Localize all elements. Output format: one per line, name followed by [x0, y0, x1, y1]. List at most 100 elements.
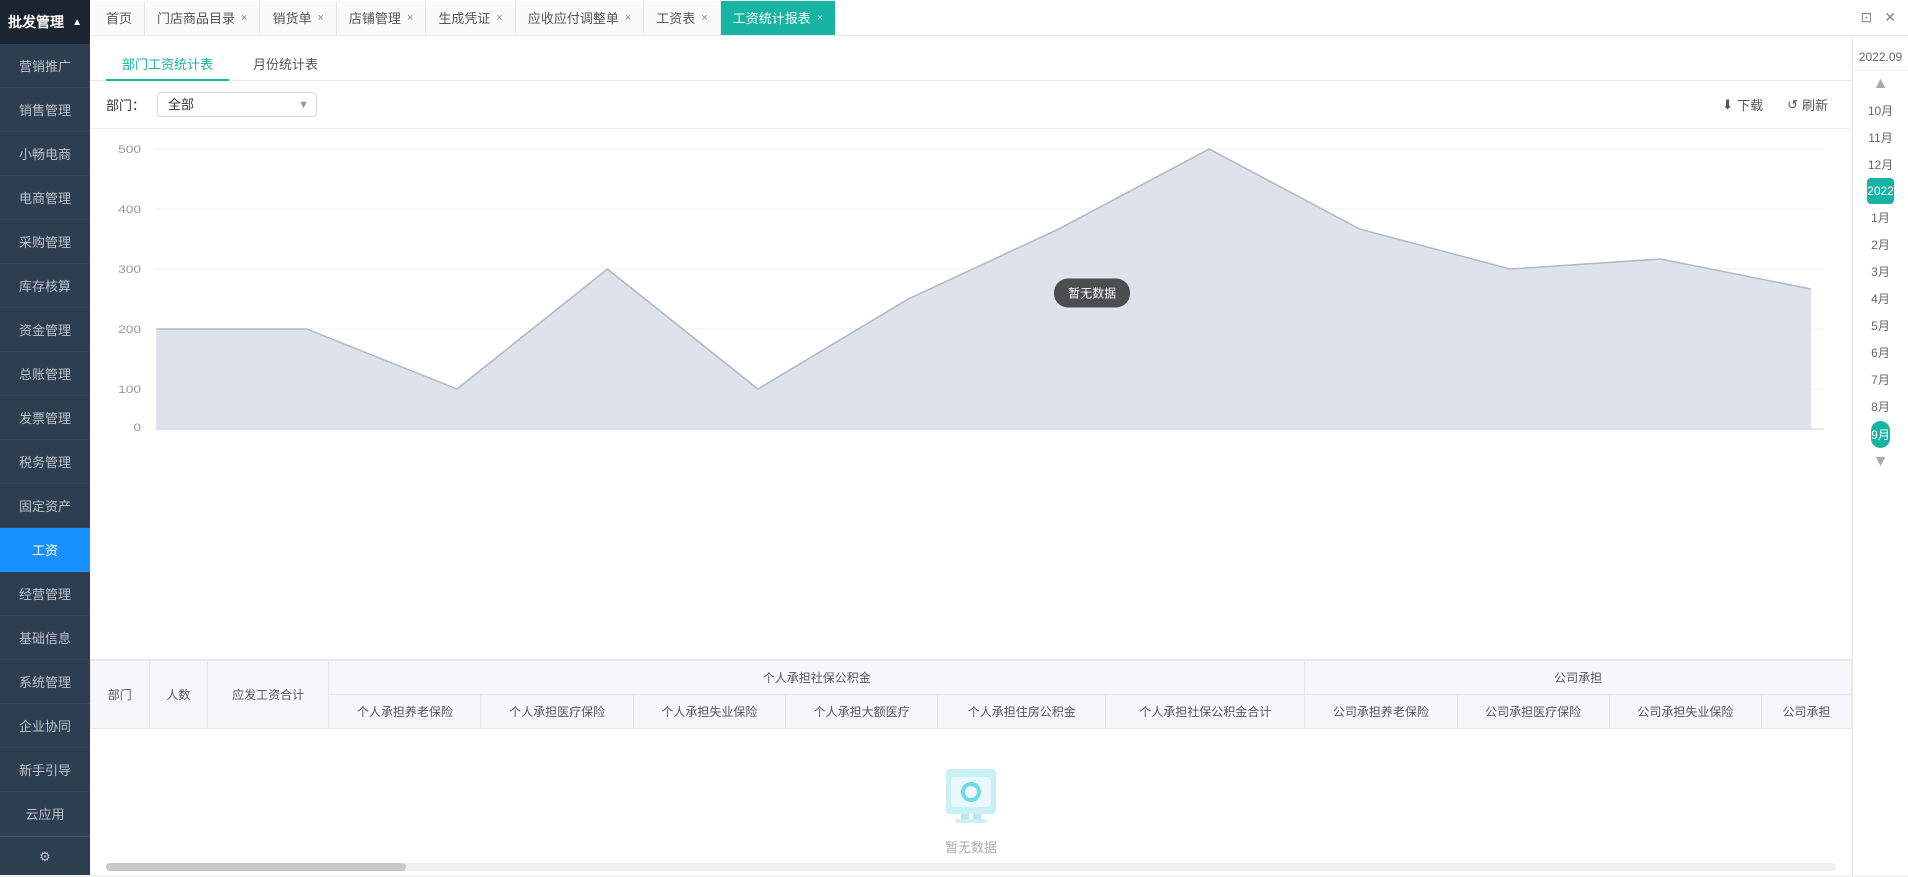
dept-select[interactable]: 全部	[157, 92, 317, 117]
sidebar-arrow-icon: ▲	[72, 17, 82, 28]
tab-payroll[interactable]: 工资表 ×	[644, 1, 720, 35]
restore-icon[interactable]: ⊡	[1857, 7, 1877, 28]
tab-close-store_mgmt[interactable]: ×	[407, 12, 413, 24]
table-subheader: 个人承担养老保险	[329, 695, 481, 729]
empty-state-icon	[931, 759, 1011, 829]
sidebar-item-yunyingyong[interactable]: 云应用	[0, 792, 90, 836]
sidebar-item-gongzi[interactable]: 工资	[0, 528, 90, 572]
sidebar-item-xitong[interactable]: 系统管理	[0, 660, 90, 704]
chart-svg: 500 400 300 200 100 0	[106, 139, 1836, 439]
svg-text:500: 500	[118, 143, 141, 155]
date-item-1月[interactable]: 1月	[1867, 204, 1894, 231]
table-header-dept: 部门	[91, 661, 150, 729]
tab-produce_voucher[interactable]: 生成凭证×	[426, 1, 515, 35]
date-item-9月[interactable]: 9月	[1871, 421, 1890, 448]
sidebar-item-caigouguanli[interactable]: 采购管理	[0, 220, 90, 264]
date-item-2月[interactable]: 2月	[1867, 231, 1894, 258]
main-area: 首页门店商品目录×销货单×店铺管理×生成凭证×应收应付调整单×工资表×工资统计报…	[90, 0, 1908, 875]
empty-text: 暂无数据	[945, 837, 997, 856]
svg-text:300: 300	[118, 263, 141, 275]
tab-label-home: 首页	[106, 8, 132, 27]
table-subheader: 公司承担失业保险	[1609, 695, 1761, 729]
svg-text:100: 100	[118, 383, 141, 395]
data-table: 部门 人数 应发工资合计 个人承担社保公积金 公司承担 个人承担养老保险个人承担…	[90, 660, 1852, 729]
sidebar-item-shuiwuguanli[interactable]: 税务管理	[0, 440, 90, 484]
tab-label-payroll_report: 工资统计报表	[733, 8, 811, 27]
sidebar-footer-settings[interactable]: ⚙	[0, 836, 90, 877]
sidebar-item-jingying[interactable]: 经营管理	[0, 572, 90, 616]
chart-svg-wrapper: 500 400 300 200 100 0	[106, 139, 1836, 459]
sidebar-items: 营销推广销售管理小畅电商电商管理采购管理库存核算资金管理总账管理发票管理税务管理…	[0, 44, 90, 836]
tab-shop_catalog[interactable]: 门店商品目录×	[145, 1, 260, 35]
tab-close-sales_order[interactable]: ×	[317, 12, 323, 24]
tab-close-arrearage[interactable]: ×	[625, 12, 631, 24]
sidebar-item-zijinguanli[interactable]: 资金管理	[0, 308, 90, 352]
horizontal-scrollbar[interactable]	[106, 863, 1836, 871]
svg-text:400: 400	[118, 203, 141, 215]
sidebar-item-xinshou[interactable]: 新手引导	[0, 748, 90, 792]
table-subheader: 个人承担住房公积金	[938, 695, 1106, 729]
table-header-total: 应发工资合计	[208, 661, 329, 729]
date-panel-header: 2022.09	[1853, 44, 1908, 71]
chart-area: 500 400 300 200 100 0	[90, 129, 1852, 659]
table-subheader: 公司承担养老保险	[1305, 695, 1457, 729]
date-item-4月[interactable]: 4月	[1867, 285, 1894, 312]
tab-close-payroll_report[interactable]: ×	[817, 12, 823, 24]
table-wrapper[interactable]: 部门 人数 应发工资合计 个人承担社保公积金 公司承担 个人承担养老保险个人承担…	[90, 659, 1852, 859]
date-item-6月[interactable]: 6月	[1867, 339, 1894, 366]
date-item-7月[interactable]: 7月	[1867, 366, 1894, 393]
date-item-3月[interactable]: 3月	[1867, 258, 1894, 285]
tab-close-payroll[interactable]: ×	[701, 12, 707, 24]
left-panel: 部门工资统计表月份统计表 部门： 全部 ▼ ⬇ 下载 ↺	[90, 36, 1852, 875]
table-header-company-group: 公司承担	[1305, 661, 1852, 695]
date-item-10月[interactable]: 10月	[1867, 97, 1894, 124]
date-item-2022[interactable]: 2022	[1867, 178, 1894, 204]
tab-label-arrearage: 应收应付调整单	[528, 8, 619, 27]
date-nav-up[interactable]: ▲	[1869, 71, 1893, 97]
sidebar-item-xiaoshouguan[interactable]: 销售管理	[0, 88, 90, 132]
sub-tabs-container: 部门工资统计表月份统计表	[106, 48, 334, 80]
sidebar-item-dianshangguanli[interactable]: 电商管理	[0, 176, 90, 220]
download-button[interactable]: ⬇ 下载	[1714, 91, 1771, 118]
tab-label-sales_order: 销货单	[272, 8, 311, 27]
tabs-container: 首页门店商品目录×销货单×店铺管理×生成凭证×应收应付调整单×工资表×工资统计报…	[94, 1, 836, 35]
table-subheader: 个人承担社保公积金合计	[1106, 695, 1305, 729]
svg-text:0: 0	[133, 421, 141, 433]
sidebar-item-kucunhesuan[interactable]: 库存核算	[0, 264, 90, 308]
sidebar-header[interactable]: 批发管理 ▲	[0, 0, 90, 44]
tab-home[interactable]: 首页	[94, 1, 145, 35]
sub-tab-dept_stats[interactable]: 部门工资统计表	[106, 48, 229, 81]
tab-close-produce_voucher[interactable]: ×	[496, 12, 502, 24]
settings-icon: ⚙	[39, 849, 51, 864]
date-item-11月[interactable]: 11月	[1867, 124, 1894, 151]
date-item-12月[interactable]: 12月	[1867, 151, 1894, 178]
close-all-icon[interactable]: ✕	[1880, 7, 1900, 28]
scroll-thumb[interactable]	[106, 863, 406, 871]
tab-label-payroll: 工资表	[656, 8, 695, 27]
refresh-button[interactable]: ↺ 刷新	[1779, 91, 1836, 118]
date-item-5月[interactable]: 5月	[1867, 312, 1894, 339]
table-subheader: 个人承担医疗保险	[481, 695, 633, 729]
sub-tab-monthly_stats[interactable]: 月份统计表	[237, 48, 334, 81]
table-subheader: 公司承担医疗保险	[1457, 695, 1609, 729]
sidebar-title: 批发管理	[8, 12, 64, 32]
refresh-icon: ↺	[1787, 97, 1798, 113]
download-icon: ⬇	[1722, 97, 1733, 113]
toolbar: 部门： 全部 ▼ ⬇ 下载 ↺ 刷新	[90, 81, 1852, 129]
tab-sales_order[interactable]: 销货单 ×	[260, 1, 336, 35]
sidebar-item-xiaochangdian[interactable]: 小畅电商	[0, 132, 90, 176]
tab-payroll_report[interactable]: 工资统计报表 ×	[721, 1, 836, 35]
tab-store_mgmt[interactable]: 店铺管理×	[337, 1, 426, 35]
sidebar-item-fapiaoguan[interactable]: 发票管理	[0, 396, 90, 440]
tab-close-shop_catalog[interactable]: ×	[241, 12, 247, 24]
sidebar-item-yxtuiguang[interactable]: 营销推广	[0, 44, 90, 88]
sidebar-item-zongzhangguanli[interactable]: 总账管理	[0, 352, 90, 396]
date-nav-down[interactable]: ▼	[1869, 449, 1893, 475]
dept-label: 部门：	[106, 95, 145, 114]
sidebar-item-qiye[interactable]: 企业协同	[0, 704, 90, 748]
sidebar-item-jichu[interactable]: 基础信息	[0, 616, 90, 660]
sidebar-item-gudingzichan[interactable]: 固定资产	[0, 484, 90, 528]
chart-no-data-tooltip: 暂无数据	[1054, 278, 1130, 307]
date-item-8月[interactable]: 8月	[1867, 393, 1894, 420]
tab-arrearage[interactable]: 应收应付调整单 ×	[516, 1, 644, 35]
